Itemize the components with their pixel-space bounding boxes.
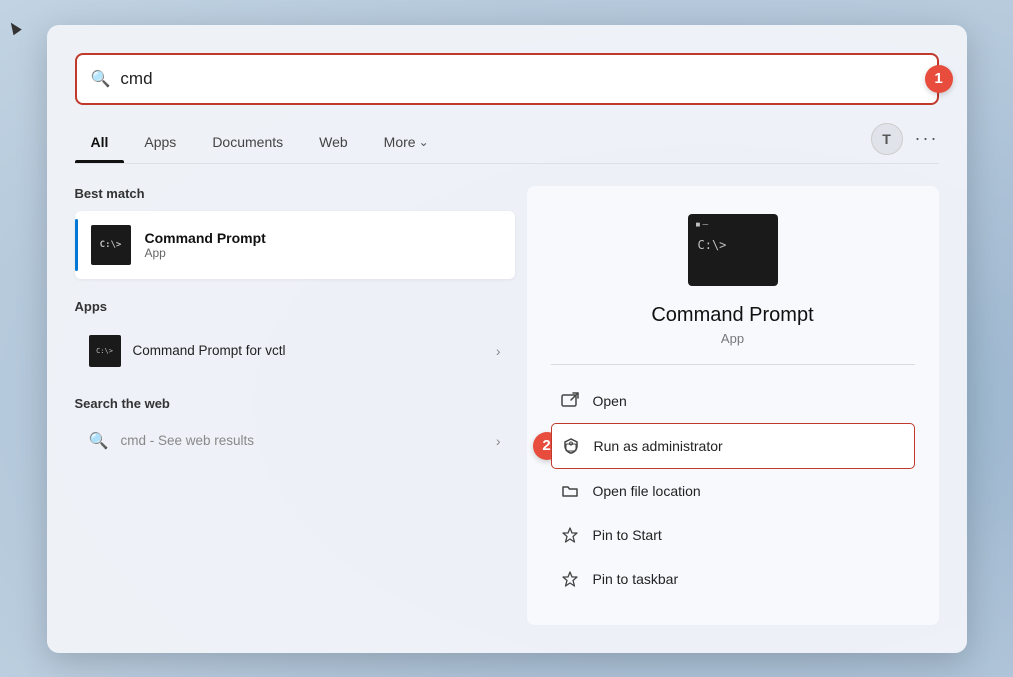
- step-1-badge: 1: [925, 65, 953, 93]
- right-app-type: App: [721, 331, 744, 346]
- apps-section-title: Apps: [75, 299, 515, 314]
- search-icon: 🔍: [91, 69, 111, 89]
- apps-section: Apps Command Prompt for vctl ›: [75, 299, 515, 378]
- run-admin-wrapper: 2 Run as administrator: [551, 423, 915, 469]
- cmd-icon-large: [688, 214, 778, 286]
- main-content: Best match Command Prompt App Apps Comma…: [75, 186, 939, 625]
- search-input[interactable]: cmd: [120, 69, 152, 89]
- pin-start-label: Pin to Start: [593, 527, 662, 543]
- web-section: Search the web 🔍 cmd - See web results ›: [75, 396, 515, 461]
- best-match-app-type: App: [145, 246, 266, 260]
- run-admin-action[interactable]: Run as administrator: [551, 423, 915, 469]
- best-match-item[interactable]: Command Prompt App: [75, 211, 515, 279]
- best-match-app-name: Command Prompt: [145, 230, 266, 246]
- pin-taskbar-label: Pin to taskbar: [593, 571, 679, 587]
- user-avatar[interactable]: T: [871, 123, 903, 155]
- web-search-icon: 🔍: [89, 431, 109, 451]
- search-window: 🔍 cmd 1 All Apps Documents Web More ⌄ T …: [47, 25, 967, 653]
- tabs-row: All Apps Documents Web More ⌄ T ···: [75, 123, 939, 164]
- tab-all[interactable]: All: [75, 124, 125, 162]
- web-query: cmd: [121, 433, 147, 448]
- open-file-location-label: Open file location: [593, 483, 701, 499]
- pin-taskbar-icon: [559, 568, 581, 590]
- open-file-location-action[interactable]: Open file location: [551, 469, 915, 513]
- pin-taskbar-action[interactable]: Pin to taskbar: [551, 557, 915, 601]
- left-panel: Best match Command Prompt App Apps Comma…: [75, 186, 515, 625]
- tab-documents[interactable]: Documents: [196, 124, 299, 162]
- cmd-icon-small: [91, 225, 131, 265]
- folder-icon: [559, 480, 581, 502]
- search-bar-container: 🔍 cmd 1: [75, 53, 939, 105]
- best-match-section-title: Best match: [75, 186, 515, 201]
- best-match-text: Command Prompt App: [145, 230, 266, 260]
- tab-apps[interactable]: Apps: [128, 124, 192, 162]
- pin-start-icon: [559, 524, 581, 546]
- search-bar[interactable]: 🔍 cmd: [75, 53, 939, 105]
- app-list-item-label: Command Prompt for vctl: [133, 343, 484, 358]
- right-panel: Command Prompt App Open: [527, 186, 939, 625]
- right-app-name: Command Prompt: [651, 304, 813, 327]
- action-list: Open 2 Run as administrator: [551, 379, 915, 601]
- web-item[interactable]: 🔍 cmd - See web results ›: [75, 421, 515, 461]
- web-item-label: cmd - See web results: [121, 433, 484, 448]
- divider: [551, 364, 915, 365]
- run-admin-label: Run as administrator: [594, 438, 723, 454]
- web-section-title: Search the web: [75, 396, 515, 411]
- tabs-right-controls: T ···: [871, 123, 939, 163]
- pin-start-action[interactable]: Pin to Start: [551, 513, 915, 557]
- open-icon: [559, 390, 581, 412]
- cmd-icon-tiny: [89, 335, 121, 367]
- cursor-arrow: [12, 22, 28, 38]
- web-chevron-icon: ›: [496, 433, 501, 449]
- chevron-right-icon: ›: [496, 343, 501, 359]
- tab-web[interactable]: Web: [303, 124, 364, 162]
- shield-icon: [560, 435, 582, 457]
- open-label: Open: [593, 393, 627, 409]
- open-action[interactable]: Open: [551, 379, 915, 423]
- app-list-item[interactable]: Command Prompt for vctl ›: [75, 324, 515, 378]
- more-options-button[interactable]: ···: [915, 128, 939, 149]
- chevron-down-icon: ⌄: [419, 135, 429, 149]
- web-suffix: - See web results: [146, 433, 254, 448]
- tab-more[interactable]: More ⌄: [368, 124, 445, 162]
